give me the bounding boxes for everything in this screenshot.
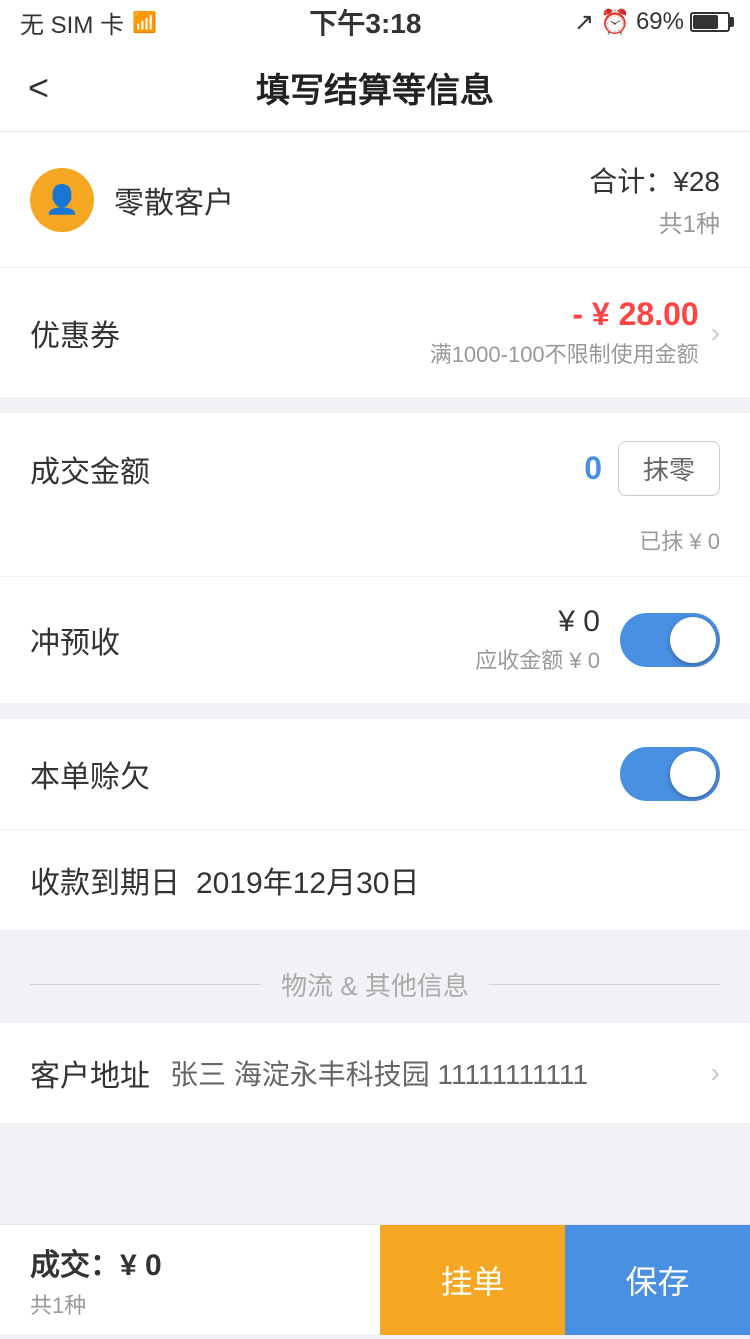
advance-label: 冲预收 — [30, 618, 120, 662]
alarm-icon: ⏰ — [600, 8, 630, 37]
credit-toggle[interactable] — [620, 747, 720, 801]
nav-bar: < 填写结算等信息 — [0, 44, 750, 132]
due-date-label: 收款到期日 — [30, 858, 180, 902]
address-label: 客户地址 — [30, 1051, 150, 1095]
advance-row: 冲预收 ¥ 0 应收金额 ¥ 0 — [0, 576, 750, 703]
address-value: 张三 海淀永丰科技园 11111111111 — [170, 1053, 711, 1093]
battery-icon — [690, 12, 730, 32]
sep-line-left — [30, 984, 261, 985]
transaction-section: 成交金额 0 抹零 已抹 ¥ 0 冲预收 ¥ 0 应收金额 ¥ 0 — [0, 413, 750, 703]
coupon-label: 优惠券 — [30, 311, 120, 355]
bottom-deal-text: 成交：¥ 0 — [30, 1240, 350, 1284]
transaction-right: 0 抹零 — [562, 441, 720, 496]
advance-main-amount: ¥ 0 — [475, 605, 600, 639]
bottom-count: 共1种 — [30, 1288, 350, 1320]
customer-right: 合计：¥28 共1种 — [589, 160, 720, 239]
round-button[interactable]: 抹零 — [618, 441, 720, 496]
coupon-value: - ¥ 28.00 — [430, 296, 699, 333]
due-date-content: 收款到期日 2019年12月30日 — [30, 858, 720, 902]
transaction-sub-info: 已抹 ¥ 0 — [0, 524, 750, 576]
address-row[interactable]: 客户地址 张三 海淀永丰科技园 11111111111 › — [0, 1023, 750, 1123]
customer-row: 👤 零散客户 合计：¥28 共1种 — [0, 132, 750, 267]
avatar-icon: 👤 — [45, 183, 80, 216]
status-time: 下午3:18 — [309, 2, 421, 42]
coupon-chevron-icon: › — [711, 317, 720, 349]
credit-label: 本单赊欠 — [30, 752, 150, 796]
save-button[interactable]: 保存 — [565, 1225, 750, 1335]
pending-button[interactable]: 挂单 — [380, 1225, 565, 1335]
bottom-bar: 成交：¥ 0 共1种 挂单 保存 — [0, 1224, 750, 1334]
total-count: 共1种 — [589, 204, 720, 239]
coupon-right: - ¥ 28.00 满1000-100不限制使用金额 › — [430, 296, 720, 369]
customer-left: 👤 零散客户 — [30, 168, 234, 232]
credit-row: 本单赊欠 — [0, 719, 750, 829]
coupon-row[interactable]: 优惠券 - ¥ 28.00 满1000-100不限制使用金额 › — [0, 267, 750, 397]
status-bar: 无 SIM 卡 📶 下午3:18 ↗ ⏰ 69% — [0, 0, 750, 44]
credit-section: 本单赊欠 收款到期日 2019年12月30日 — [0, 719, 750, 930]
location-icon: ↗ — [574, 8, 594, 37]
avatar: 👤 — [30, 168, 94, 232]
transaction-amount[interactable]: 0 — [562, 450, 602, 487]
bottom-info: 成交：¥ 0 共1种 — [0, 1240, 380, 1320]
address-section: 客户地址 张三 海淀永丰科技园 11111111111 › — [0, 1023, 750, 1123]
logistics-label: 物流 & 其他信息 — [281, 966, 469, 1003]
sim-status: 无 SIM 卡 — [20, 5, 124, 40]
customer-name: 零散客户 — [114, 178, 234, 222]
transaction-label: 成交金额 — [30, 447, 150, 491]
battery-percent: 69% — [636, 8, 684, 36]
toggle-knob — [670, 617, 716, 663]
sep-line-right — [489, 984, 720, 985]
back-button[interactable]: < — [28, 67, 49, 109]
customer-section: 👤 零散客户 合计：¥28 共1种 优惠券 - ¥ 28.00 满1000-10… — [0, 132, 750, 397]
due-date-row: 收款到期日 2019年12月30日 — [0, 829, 750, 930]
advance-toggle[interactable] — [620, 613, 720, 667]
coupon-info: - ¥ 28.00 满1000-100不限制使用金额 — [430, 296, 699, 369]
due-date-value: 2019年12月30日 — [196, 858, 419, 902]
deal-label: 成交： — [30, 1249, 120, 1282]
address-chevron-icon: › — [711, 1057, 720, 1089]
status-left: 无 SIM 卡 📶 — [20, 5, 157, 40]
total-amount: 合计：¥28 — [589, 160, 720, 200]
wifi-icon: 📶 — [132, 10, 157, 35]
page-title: 填写结算等信息 — [256, 63, 494, 112]
coupon-desc: 满1000-100不限制使用金额 — [430, 337, 699, 369]
transaction-row: 成交金额 0 抹零 — [0, 413, 750, 524]
advance-right: ¥ 0 应收金额 ¥ 0 — [475, 605, 720, 675]
credit-toggle-knob — [670, 751, 716, 797]
logistics-separator: 物流 & 其他信息 — [0, 946, 750, 1023]
deal-amount: ¥ 0 — [120, 1249, 162, 1282]
advance-amounts: ¥ 0 应收金额 ¥ 0 — [475, 605, 600, 675]
advance-sub-amount: 应收金额 ¥ 0 — [475, 643, 600, 675]
status-right: ↗ ⏰ 69% — [574, 8, 730, 37]
